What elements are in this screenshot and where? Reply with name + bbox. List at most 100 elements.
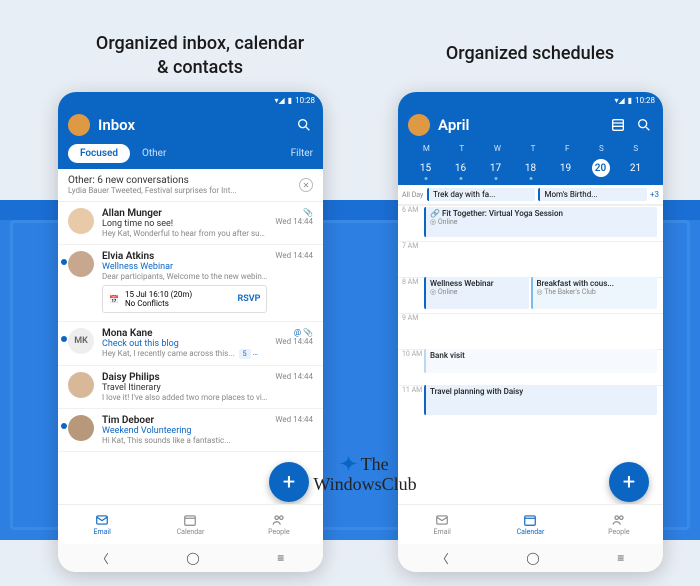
email-item[interactable]: Allan Munger Long time no see! Hey Kat, … — [58, 202, 323, 245]
rsvp-conflict: No Conflicts — [125, 299, 192, 308]
email-subject: Long time no see! — [102, 219, 267, 229]
recents-icon[interactable]: ≡ — [617, 551, 624, 565]
calendar-weekdays: M T W T F S S — [408, 144, 653, 153]
allday-event[interactable]: Trek day with fa... — [427, 188, 535, 201]
event-title: Bank visit — [430, 351, 653, 360]
attachment-icon: 📎 — [303, 208, 313, 217]
email-preview: Hi Kat, This sounds like a fantastic... — [102, 436, 267, 445]
status-bar: ▾◢ ▮ 10:28 — [58, 92, 323, 108]
back-icon[interactable]: 〈 — [437, 550, 449, 567]
event-location: ◎ Online — [430, 218, 653, 226]
nav-people[interactable]: People — [575, 505, 663, 544]
hour-label: 9 AM — [398, 313, 663, 322]
event-location: ◎ Online — [430, 288, 525, 296]
home-icon[interactable]: ◯ — [526, 551, 539, 565]
allday-row: All Day Trek day with fa... Mom's Birthd… — [398, 185, 663, 205]
date-cell[interactable]: 16 — [452, 159, 470, 177]
recents-icon[interactable]: ≡ — [277, 551, 284, 565]
android-nav: 〈 ◯ ≡ — [398, 544, 663, 572]
home-icon[interactable]: ◯ — [186, 551, 199, 565]
sender-avatar: MK — [68, 328, 94, 354]
nav-calendar[interactable]: Calendar — [486, 505, 574, 544]
tab-other[interactable]: Other — [130, 144, 178, 163]
email-subject: Weekend Volunteering — [102, 426, 267, 436]
sender-avatar — [68, 415, 94, 441]
calendar-title: April — [438, 116, 601, 134]
date-cell[interactable]: 21 — [627, 159, 645, 177]
event-title: Travel planning with Daisy — [430, 387, 653, 396]
event-bank[interactable]: Bank visit — [424, 349, 657, 373]
signal-icon: ▾◢ — [615, 96, 625, 105]
calendar-icon: 📅 — [109, 295, 119, 304]
event-title: 🔗 Fit Together: Virtual Yoga Session — [430, 209, 653, 218]
date-cell[interactable]: 15 — [417, 159, 435, 177]
profile-avatar[interactable] — [68, 114, 90, 136]
email-from: Tim Deboer — [102, 415, 267, 426]
date-cell-selected[interactable]: 20 — [592, 159, 610, 177]
allday-more[interactable]: +3 — [650, 190, 659, 199]
date-cell[interactable]: 19 — [557, 159, 575, 177]
inbox-title: Inbox — [98, 116, 287, 134]
email-preview: Dear participants, Welcome to the new we… — [102, 272, 267, 281]
mention-icon: @ — [294, 328, 301, 337]
new-event-fab[interactable]: + — [609, 462, 649, 502]
email-preview: I love it! I've also added two more plac… — [102, 393, 267, 402]
nav-people-label: People — [608, 528, 629, 536]
caption-right: Organized schedules — [430, 42, 630, 66]
email-from: Mona Kane — [102, 328, 267, 339]
other-notice[interactable]: Other: 6 new conversations Lydia Bauer T… — [58, 169, 323, 202]
notice-sub: Lydia Bauer Tweeted, Festival surprises … — [68, 186, 237, 195]
allday-event[interactable]: Mom's Birthd... — [538, 188, 646, 201]
unread-dot — [61, 423, 67, 429]
back-icon[interactable]: 〈 — [97, 550, 109, 567]
nav-calendar[interactable]: Calendar — [146, 505, 234, 544]
bottom-nav: Email Calendar People — [398, 504, 663, 544]
battery-icon: ▮ — [288, 96, 292, 105]
tab-focused[interactable]: Focused — [68, 144, 130, 163]
phone-calendar: ▾◢ ▮ 10:28 April M T W T F S S 15 16 17 — [398, 92, 663, 572]
email-preview: Hey Kat, I recently came across this... … — [102, 349, 267, 359]
email-item[interactable]: Tim Deboer Weekend Volunteering Hi Kat, … — [58, 409, 323, 452]
android-nav: 〈 ◯ ≡ — [58, 544, 323, 572]
email-item[interactable]: MK Mona Kane Check out this blog Hey Kat… — [58, 322, 323, 366]
calendar-grid[interactable]: 6 AM 7 AM 8 AM 9 AM 10 AM 11 AM 🔗 Fit To… — [398, 205, 663, 495]
rsvp-when: 15 Jul 16:10 (20m) — [125, 290, 192, 299]
email-from: Elvia Atkins — [102, 251, 267, 262]
date-cell[interactable]: 18 — [522, 159, 540, 177]
email-from: Daisy Philips — [102, 372, 267, 383]
profile-avatar[interactable] — [408, 114, 430, 136]
status-time: 10:28 — [635, 96, 655, 105]
nav-calendar-label: Calendar — [177, 528, 205, 536]
email-time: Wed 14:44 — [275, 337, 313, 346]
signal-icon: ▾◢ — [275, 96, 285, 105]
sender-avatar — [68, 208, 94, 234]
agenda-icon[interactable] — [609, 116, 627, 134]
sender-avatar — [68, 251, 94, 277]
email-item[interactable]: Daisy Philips Travel Itinerary I love it… — [58, 366, 323, 409]
nav-email-label: Email — [93, 528, 110, 536]
watermark-line1: The — [361, 454, 389, 474]
email-subject: Wellness Webinar — [102, 262, 267, 272]
date-cell[interactable]: 17 — [487, 159, 505, 177]
nav-calendar-label: Calendar — [517, 528, 545, 536]
event-fit-together[interactable]: 🔗 Fit Together: Virtual Yoga Session ◎ O… — [424, 207, 657, 237]
close-icon[interactable]: ✕ — [299, 178, 313, 192]
watermark-logo-icon: ✦ — [340, 455, 358, 475]
filter-button[interactable]: Filter — [291, 148, 313, 159]
nav-email[interactable]: Email — [398, 505, 486, 544]
unread-dot — [61, 259, 67, 265]
nav-people[interactable]: People — [235, 505, 323, 544]
search-icon[interactable] — [295, 116, 313, 134]
nav-email[interactable]: Email — [58, 505, 146, 544]
event-breakfast[interactable]: Breakfast with cous... ◎ The Baker's Clu… — [531, 277, 658, 309]
event-travel[interactable]: Travel planning with Daisy — [424, 385, 657, 415]
search-icon[interactable] — [635, 116, 653, 134]
calendar-dates: 15 16 17 18 19 20 21 — [408, 157, 653, 179]
event-wellness[interactable]: Wellness Webinar ◎ Online — [424, 277, 529, 309]
inbox-header: Inbox Focused Other Filter — [58, 108, 323, 169]
rsvp-button[interactable]: RSVP — [238, 294, 261, 304]
email-item[interactable]: Elvia Atkins Wellness Webinar Dear parti… — [58, 245, 323, 322]
event-location: ◎ The Baker's Club — [537, 288, 654, 296]
email-subject: Travel Itinerary — [102, 383, 267, 393]
rsvp-card: 📅 15 Jul 16:10 (20m) No Conflicts RSVP — [102, 285, 267, 313]
